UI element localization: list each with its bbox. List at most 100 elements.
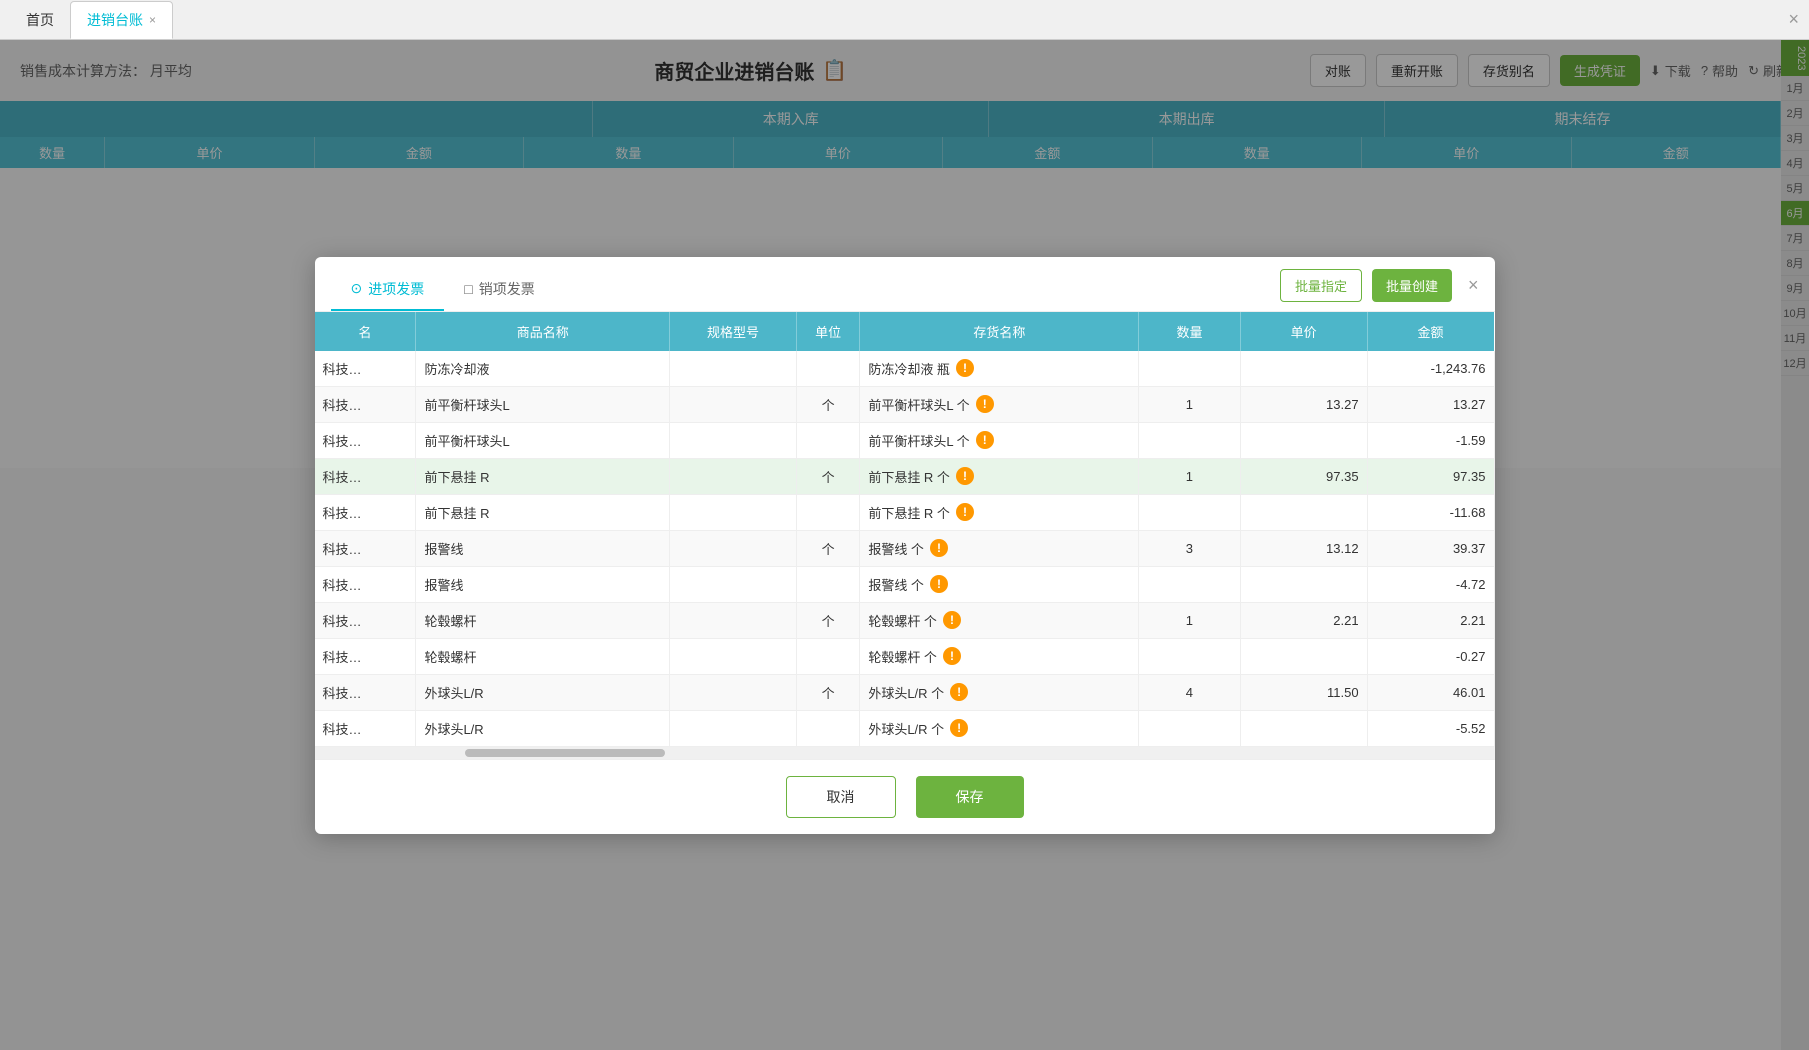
table-cell [1240,422,1367,458]
table-cell: 科技… [315,530,416,566]
warning-icon[interactable]: ! [976,395,994,413]
table-cell [670,710,797,746]
table-cell: 13.27 [1367,386,1494,422]
tab-active-label: 进销台账 [87,10,143,30]
scrollbar-thumb[interactable] [465,749,665,757]
sales-tab-icon: □ [464,281,472,297]
warning-icon[interactable]: ! [943,647,961,665]
table-cell: 科技… [315,386,416,422]
table-row: 科技…轮毂螺杆个轮毂螺杆 个!12.212.21 [315,602,1495,638]
table-cell: 46.01 [1367,674,1494,710]
table-cell: -1,243.76 [1367,351,1494,387]
col-header-unit-price: 单价 [1240,312,1367,351]
warning-icon[interactable]: ! [943,611,961,629]
table-row: 科技…前平衡杆球头L个前平衡杆球头L 个!113.2713.27 [315,386,1495,422]
col-header-inventory: 存货名称 [860,312,1139,351]
table-row: 科技…外球头L/R外球头L/R 个!-5.52 [315,710,1495,746]
table-cell [670,494,797,530]
cancel-button[interactable]: 取消 [786,776,896,818]
table-cell [1240,710,1367,746]
inventory-name: 前平衡杆球头L 个 [868,395,969,414]
inventory-name: 报警线 个 [868,539,924,558]
table-cell: 报警线 [416,566,670,602]
table-cell: 1 [1139,602,1240,638]
sales-tab-label: 销项发票 [479,279,535,299]
tab-bar: 首页 进销台账 × × [0,0,1809,40]
table-cell [1139,422,1240,458]
table-cell: 39.37 [1367,530,1494,566]
warning-icon[interactable]: ! [930,539,948,557]
table-cell [796,351,859,387]
table-cell: 3 [1139,530,1240,566]
table-cell [1139,710,1240,746]
batch-specify-button[interactable]: 批量指定 [1280,269,1362,302]
table-cell [796,422,859,458]
table-cell [670,386,797,422]
warning-icon[interactable]: ! [956,503,974,521]
table-cell: 个 [796,530,859,566]
warning-icon[interactable]: ! [950,683,968,701]
tab-active[interactable]: 进销台账 × [70,1,173,39]
table-cell: 个 [796,674,859,710]
modal-header-actions: 批量指定 批量创建 [1280,269,1452,310]
table-cell: 前平衡杆球头L [416,386,670,422]
modal-close-button[interactable]: × [1468,275,1479,304]
batch-create-button[interactable]: 批量创建 [1372,269,1452,302]
modal-header: ⊙ 进项发票 □ 销项发票 批量指定 批量创建 × [315,257,1495,312]
table-cell [796,710,859,746]
table-cell: 外球头L/R [416,674,670,710]
inventory-name: 前平衡杆球头L 个 [868,431,969,450]
warning-icon[interactable]: ! [930,575,948,593]
inventory-name: 前下悬挂 R 个 [868,467,950,486]
warning-icon[interactable]: ! [956,467,974,485]
warning-icon[interactable]: ! [956,359,974,377]
table-cell [1240,566,1367,602]
table-cell [670,530,797,566]
tab-close-icon[interactable]: × [149,13,156,27]
table-cell: 1 [1139,458,1240,494]
table-row: 科技…前平衡杆球头L前平衡杆球头L 个!-1.59 [315,422,1495,458]
table-cell [1139,566,1240,602]
table-row: 科技…轮毂螺杆轮毂螺杆 个!-0.27 [315,638,1495,674]
window-close-button[interactable]: × [1788,9,1799,30]
table-cell: 科技… [315,494,416,530]
table-cell: 个 [796,386,859,422]
table-cell [1139,494,1240,530]
table-cell: -4.72 [1367,566,1494,602]
modal-overlay: ⊙ 进项发票 □ 销项发票 批量指定 批量创建 × 名 [0,40,1809,1050]
table-cell: 97.35 [1367,458,1494,494]
table-cell: 科技… [315,710,416,746]
table-cell: 科技… [315,351,416,387]
modal: ⊙ 进项发票 □ 销项发票 批量指定 批量创建 × 名 [315,257,1495,834]
warning-icon[interactable]: ! [950,719,968,737]
horizontal-scrollbar[interactable] [315,747,1495,759]
inventory-name: 外球头L/R 个 [868,719,944,738]
table-cell: 前下悬挂 R [416,458,670,494]
col-header-product-name: 商品名称 [416,312,670,351]
tab-income-invoice[interactable]: ⊙ 进项发票 [331,269,445,311]
table-cell: -11.68 [1367,494,1494,530]
table-row: 科技…前下悬挂 R前下悬挂 R 个!-11.68 [315,494,1495,530]
table-row: 科技…防冻冷却液防冻冷却液 瓶!-1,243.76 [315,351,1495,387]
table-cell [796,566,859,602]
modal-table: 名 商品名称 规格型号 单位 存货名称 数量 单价 金额 科技…防冻冷却液防冻冷… [315,312,1495,747]
table-row: 科技…报警线个报警线 个!313.1239.37 [315,530,1495,566]
warning-icon[interactable]: ! [976,431,994,449]
main-area: 销售成本计算方法： 月平均 商贸企业进销台账 📋 对账 重新开账 存货别名 生成… [0,40,1809,1050]
col-header-quantity: 数量 [1139,312,1240,351]
table-cell: 轮毂螺杆 [416,602,670,638]
table-cell: 个 [796,458,859,494]
table-cell [796,638,859,674]
income-tab-icon: ⊙ [351,280,363,297]
table-cell [670,566,797,602]
table-cell [1139,351,1240,387]
table-cell [1240,494,1367,530]
table-cell: 科技… [315,422,416,458]
table-cell [670,674,797,710]
modal-footer: 取消 保存 [315,759,1495,834]
inventory-name: 轮毂螺杆 个 [868,647,937,666]
save-button[interactable]: 保存 [916,776,1024,818]
tab-home[interactable]: 首页 [10,2,70,38]
table-cell [670,638,797,674]
tab-sales-invoice[interactable]: □ 销项发票 [444,269,554,311]
